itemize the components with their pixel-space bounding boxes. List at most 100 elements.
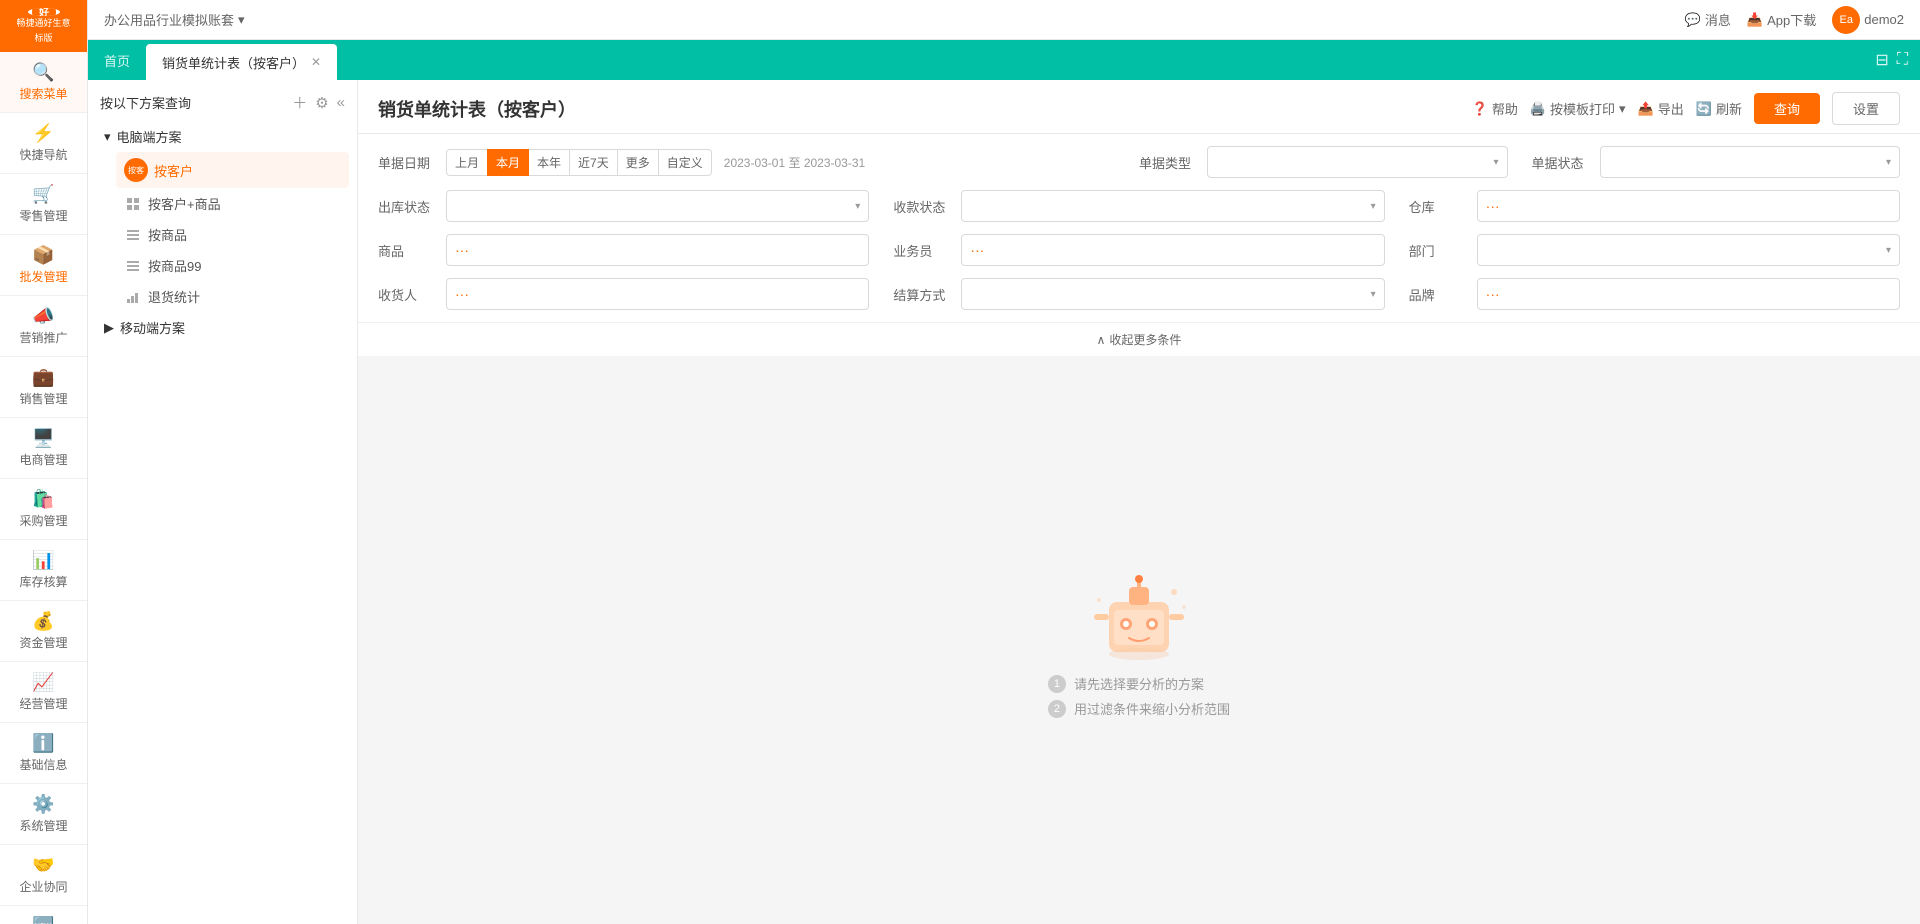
message-icon: 💬 bbox=[1685, 12, 1701, 28]
basic-info-icon: ℹ️ bbox=[32, 733, 54, 754]
export-icon: 📤 bbox=[1638, 101, 1654, 117]
template-print-btn[interactable]: 🖨️ 按模板打印 ▾ bbox=[1530, 99, 1626, 118]
sidebar-item-ecommerce[interactable]: 🖥️ 电商管理 bbox=[0, 418, 87, 479]
by-goods-99-icon bbox=[124, 257, 142, 275]
refresh-label: 刷新 bbox=[1716, 99, 1742, 118]
date-btn-this-year[interactable]: 本年 bbox=[528, 149, 570, 176]
tab-home[interactable]: 首页 bbox=[88, 40, 146, 80]
filter-recipient-item: 收货人 ··· bbox=[378, 278, 869, 310]
date-btn-last-7-days[interactable]: 近7天 bbox=[569, 149, 618, 176]
date-btn-more[interactable]: 更多 bbox=[617, 149, 659, 176]
step-1-num: 1 bbox=[1048, 675, 1066, 693]
sidebar-item-wholesale-mgmt[interactable]: 📦 批发管理 bbox=[0, 235, 87, 296]
sidebar-item-label: 销售管理 bbox=[19, 390, 67, 407]
recipient-ellipsis: ··· bbox=[455, 286, 469, 302]
settings-scheme-icon[interactable]: ⚙ bbox=[315, 94, 328, 112]
salesperson-control[interactable]: ··· bbox=[961, 234, 1384, 266]
date-btn-this-month[interactable]: 本月 bbox=[487, 149, 529, 176]
sidebar-item-quick-nav[interactable]: ⚡ 快捷导航 bbox=[0, 113, 87, 174]
filter-row-3: 商品 ··· 业务员 ··· 部门 bbox=[378, 234, 1900, 266]
app-download-btn[interactable]: 📥 App下载 bbox=[1747, 10, 1816, 29]
date-btn-custom[interactable]: 自定义 bbox=[658, 149, 712, 176]
warehouse-control[interactable]: ··· bbox=[1477, 190, 1900, 222]
sidebar-item-retail-mgmt[interactable]: 🛒 零售管理 bbox=[0, 174, 87, 235]
active-dot-icon: 按客 bbox=[124, 158, 148, 182]
sidebar-item-label: 系统管理 bbox=[19, 817, 67, 834]
operations-icon: 📈 bbox=[32, 672, 54, 693]
goods-label: 商品 bbox=[378, 241, 438, 260]
collapse-panel-icon[interactable]: « bbox=[337, 94, 345, 111]
avatar-text: Ea bbox=[1840, 14, 1853, 26]
goods-control[interactable]: ··· bbox=[446, 234, 869, 266]
sales-mgmt-icon: 💼 bbox=[32, 367, 54, 388]
tree-child-return-stat[interactable]: 退货统计 bbox=[116, 281, 349, 312]
tab-sales-stat[interactable]: 销货单统计表（按客户） ✕ bbox=[146, 44, 337, 80]
message-btn[interactable]: 💬 消息 bbox=[1685, 10, 1731, 29]
tree-desktop-parent[interactable]: ▾ 电脑端方案 bbox=[96, 121, 349, 152]
tab-fullscreen-icon[interactable]: ⛶ bbox=[1897, 51, 1908, 69]
tree-child-by-customer[interactable]: 按客 按客户 bbox=[116, 152, 349, 188]
sidebar-item-basic-info[interactable]: ℹ️ 基础信息 bbox=[0, 723, 87, 784]
tree-child-by-customer-goods[interactable]: 按客户+商品 bbox=[116, 188, 349, 219]
sidebar: 好 畅捷通好生意 标版 🔍 搜索菜单 ⚡ 快捷导航 🛒 零售管理 📦 批发管理 … bbox=[0, 0, 88, 924]
date-label: 单据日期 bbox=[378, 153, 438, 172]
sidebar-item-purchase[interactable]: 🛍️ 采购管理 bbox=[0, 479, 87, 540]
step-1-text: 请先选择要分析的方案 bbox=[1074, 674, 1204, 693]
sidebar-item-enterprise-collab[interactable]: 🤝 企业协同 bbox=[0, 845, 87, 906]
right-content: 销货单统计表（按客户） ❓ 帮助 🖨️ 按模板打印 ▾ 📤 导出 bbox=[358, 80, 1920, 924]
filter-row-4: 收货人 ··· 结算方式 ▾ 品牌 bbox=[378, 278, 1900, 310]
tab-close-icon[interactable]: ✕ bbox=[311, 55, 321, 69]
sidebar-item-sales-mgmt[interactable]: 💼 销售管理 bbox=[0, 357, 87, 418]
query-button[interactable]: 查询 bbox=[1754, 93, 1820, 124]
sidebar-item-label: 经营管理 bbox=[19, 695, 67, 712]
sidebar-item-label: 快捷导航 bbox=[19, 146, 67, 163]
filter-salesperson-item: 业务员 ··· bbox=[893, 234, 1384, 266]
dept-control[interactable]: ▾ bbox=[1477, 234, 1900, 266]
top-header: 办公用品行业模拟账套 ▾ 💬 消息 📥 App下载 Ea demo2 bbox=[88, 0, 1920, 40]
tab-minimize-icon[interactable]: ⊟ bbox=[1875, 50, 1888, 70]
refresh-btn[interactable]: 🔄 刷新 bbox=[1696, 99, 1742, 118]
tree-mobile-parent[interactable]: ▶ 移动端方案 bbox=[96, 312, 349, 343]
date-btn-last-month[interactable]: 上月 bbox=[446, 149, 488, 176]
settlement-control[interactable]: ▾ bbox=[961, 278, 1384, 310]
wholesale-mgmt-icon: 📦 bbox=[32, 245, 54, 266]
sidebar-item-finance[interactable]: 💰 资金管理 bbox=[0, 601, 87, 662]
sidebar-item-label: 零售管理 bbox=[19, 207, 67, 224]
sidebar-item-system[interactable]: ⚙️ 系统管理 bbox=[0, 784, 87, 845]
help-label: 帮助 bbox=[1492, 99, 1518, 118]
sidebar-item-search-menu[interactable]: 🔍 搜索菜单 bbox=[0, 52, 87, 113]
collapse-row[interactable]: ∧ 收起更多条件 bbox=[358, 322, 1920, 356]
sidebar-item-new-guide[interactable]: 🆕 新手引导 bbox=[0, 906, 87, 924]
marketing-icon: 📣 bbox=[32, 306, 54, 327]
filter-row-1: 单据日期 上月 本月 本年 近7天 更多 自定义 2023-03-01 至 20… bbox=[378, 146, 1900, 178]
tree-child-by-goods-99-label: 按商品99 bbox=[148, 256, 201, 275]
sidebar-item-operations[interactable]: 📈 经营管理 bbox=[0, 662, 87, 723]
brand-control[interactable]: ··· bbox=[1477, 278, 1900, 310]
out-status-control[interactable]: ▾ bbox=[446, 190, 869, 222]
empty-step-1: 1 请先选择要分析的方案 bbox=[1048, 674, 1230, 693]
doc-type-control[interactable]: ▾ bbox=[1207, 146, 1508, 178]
help-btn[interactable]: ❓ 帮助 bbox=[1472, 99, 1518, 118]
settings-button[interactable]: 设置 bbox=[1832, 92, 1900, 125]
industry-dropdown[interactable]: 办公用品行业模拟账套 ▾ bbox=[104, 10, 245, 29]
tree-child-by-goods[interactable]: 按商品 bbox=[116, 219, 349, 250]
quick-nav-icon: ⚡ bbox=[32, 123, 54, 144]
recipient-control[interactable]: ··· bbox=[446, 278, 869, 310]
page-header: 销货单统计表（按客户） ❓ 帮助 🖨️ 按模板打印 ▾ 📤 导出 bbox=[358, 80, 1920, 134]
search-menu-icon: 🔍 bbox=[32, 62, 54, 83]
doc-status-label: 单据状态 bbox=[1532, 153, 1592, 172]
sidebar-item-marketing[interactable]: 📣 营销推广 bbox=[0, 296, 87, 357]
filter-warehouse-item: 仓库 ··· bbox=[1409, 190, 1900, 222]
doc-status-control[interactable]: ▾ bbox=[1600, 146, 1901, 178]
sidebar-item-label: 采购管理 bbox=[19, 512, 67, 529]
step-2-text: 用过滤条件来缩小分析范围 bbox=[1074, 699, 1230, 718]
add-scheme-icon[interactable]: ＋ bbox=[292, 92, 307, 113]
tree-child-by-goods-99[interactable]: 按商品99 bbox=[116, 250, 349, 281]
sidebar-item-inventory[interactable]: 📊 库存核算 bbox=[0, 540, 87, 601]
active-label: 按客 bbox=[128, 165, 144, 176]
filter-goods-item: 商品 ··· bbox=[378, 234, 869, 266]
sidebar-item-label: 库存核算 bbox=[19, 573, 67, 590]
export-btn[interactable]: 📤 导出 bbox=[1638, 99, 1684, 118]
receipt-status-control[interactable]: ▾ bbox=[961, 190, 1384, 222]
user-profile-btn[interactable]: Ea demo2 bbox=[1832, 6, 1904, 34]
